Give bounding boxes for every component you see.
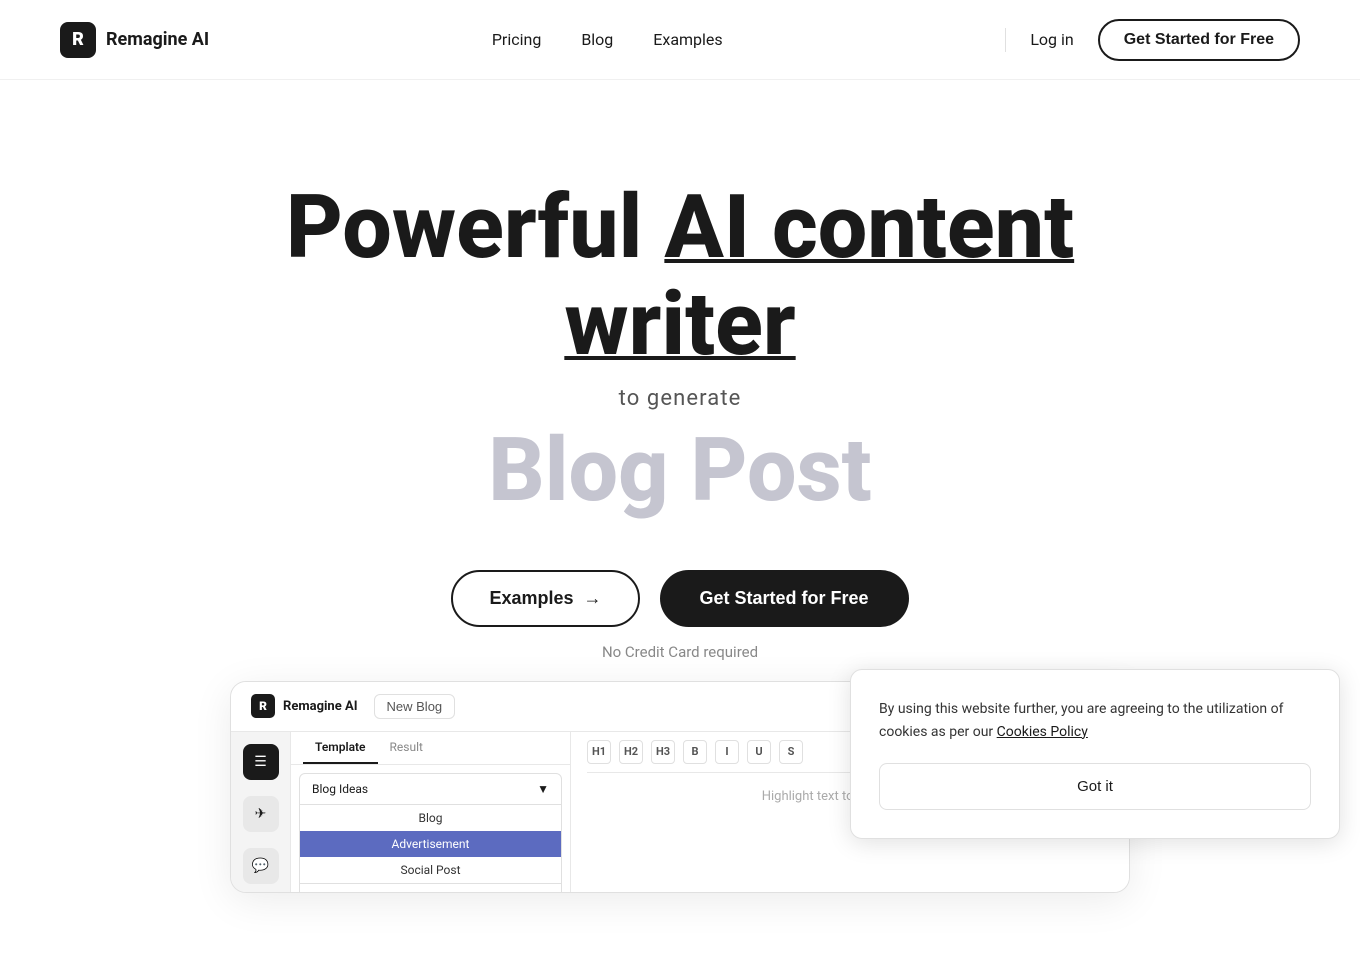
examples-button[interactable]: Examples →	[451, 570, 639, 627]
header-actions: Log in Get Started for Free	[1005, 19, 1300, 61]
dropdown-item-social-post[interactable]: Social Post	[300, 857, 561, 883]
cookies-policy-link[interactable]: Cookies Policy	[997, 724, 1088, 740]
no-credit-card-text: No Credit Card required	[602, 643, 758, 661]
dropdown-input-area: Blog Ideas	[300, 883, 561, 893]
blog-ideas-label: Blog Ideas	[312, 890, 363, 893]
logo-icon: R	[60, 22, 96, 58]
hero-subtext: to generate	[619, 386, 742, 411]
logo: R Remagine AI	[60, 22, 209, 58]
app-logo-icon: R	[251, 694, 275, 718]
hero-cta-button[interactable]: Get Started for Free	[660, 570, 909, 627]
nav-pricing[interactable]: Pricing	[492, 30, 542, 49]
logo-text: Remagine AI	[106, 29, 209, 50]
panel-content: Blog Ideas ▼ Blog Advertisement Social P…	[291, 765, 570, 893]
nav: Pricing Blog Examples	[492, 30, 723, 49]
sidebar-send-icon[interactable]: ✈	[243, 796, 279, 832]
cookie-banner: By using this website further, you are a…	[850, 669, 1340, 839]
cookie-text: By using this website further, you are a…	[879, 698, 1311, 743]
nav-examples[interactable]: Examples	[653, 30, 722, 49]
sidebar-chat-icon[interactable]: 💬	[243, 848, 279, 884]
app-logo-name: Remagine AI	[283, 699, 358, 714]
toolbar-bold[interactable]: B	[683, 740, 707, 764]
dropdown-item-advertisement[interactable]: Advertisement	[300, 831, 561, 857]
toolbar-underline[interactable]: U	[747, 740, 771, 764]
app-sidebar: ☰ ✈ 💬	[231, 732, 291, 892]
sidebar-template-icon[interactable]: ☰	[243, 744, 279, 780]
new-blog-button[interactable]: New Blog	[374, 694, 456, 719]
hero-headline-plain: Powerful	[286, 176, 665, 279]
app-logo-small: R Remagine AI	[251, 694, 358, 718]
hero-animated-word: Blog Post	[488, 419, 871, 522]
tab-result[interactable]: Result	[378, 732, 435, 764]
dropdown-label: Blog Ideas	[312, 782, 368, 796]
toolbar-h1[interactable]: H1	[587, 740, 611, 764]
toolbar-h2[interactable]: H2	[619, 740, 643, 764]
header: R Remagine AI Pricing Blog Examples Log …	[0, 0, 1360, 80]
cookie-got-it-button[interactable]: Got it	[879, 763, 1311, 810]
dropdown-item-blog[interactable]: Blog	[300, 805, 561, 831]
panel-tabs: Template Result	[291, 732, 570, 765]
nav-blog[interactable]: Blog	[581, 30, 613, 49]
hero-buttons: Examples → Get Started for Free	[451, 570, 908, 627]
toolbar-italic[interactable]: I	[715, 740, 739, 764]
hero-headline: Powerful AI content writer	[230, 180, 1130, 374]
tab-template[interactable]: Template	[303, 732, 378, 764]
toolbar-h3[interactable]: H3	[651, 740, 675, 764]
toolbar-strikethrough[interactable]: S	[779, 740, 803, 764]
login-link[interactable]: Log in	[1030, 30, 1073, 49]
dropdown-section: Blog Ideas ▼ Blog Advertisement Social P…	[299, 773, 562, 893]
arrow-icon: →	[584, 588, 602, 609]
app-panel-left: Template Result Blog Ideas ▼ Blog Advert…	[291, 732, 571, 892]
chevron-down-icon: ▼	[537, 782, 549, 796]
dropdown-header: Blog Ideas ▼	[300, 774, 561, 805]
header-cta-button[interactable]: Get Started for Free	[1098, 19, 1300, 61]
nav-separator	[1005, 28, 1006, 52]
